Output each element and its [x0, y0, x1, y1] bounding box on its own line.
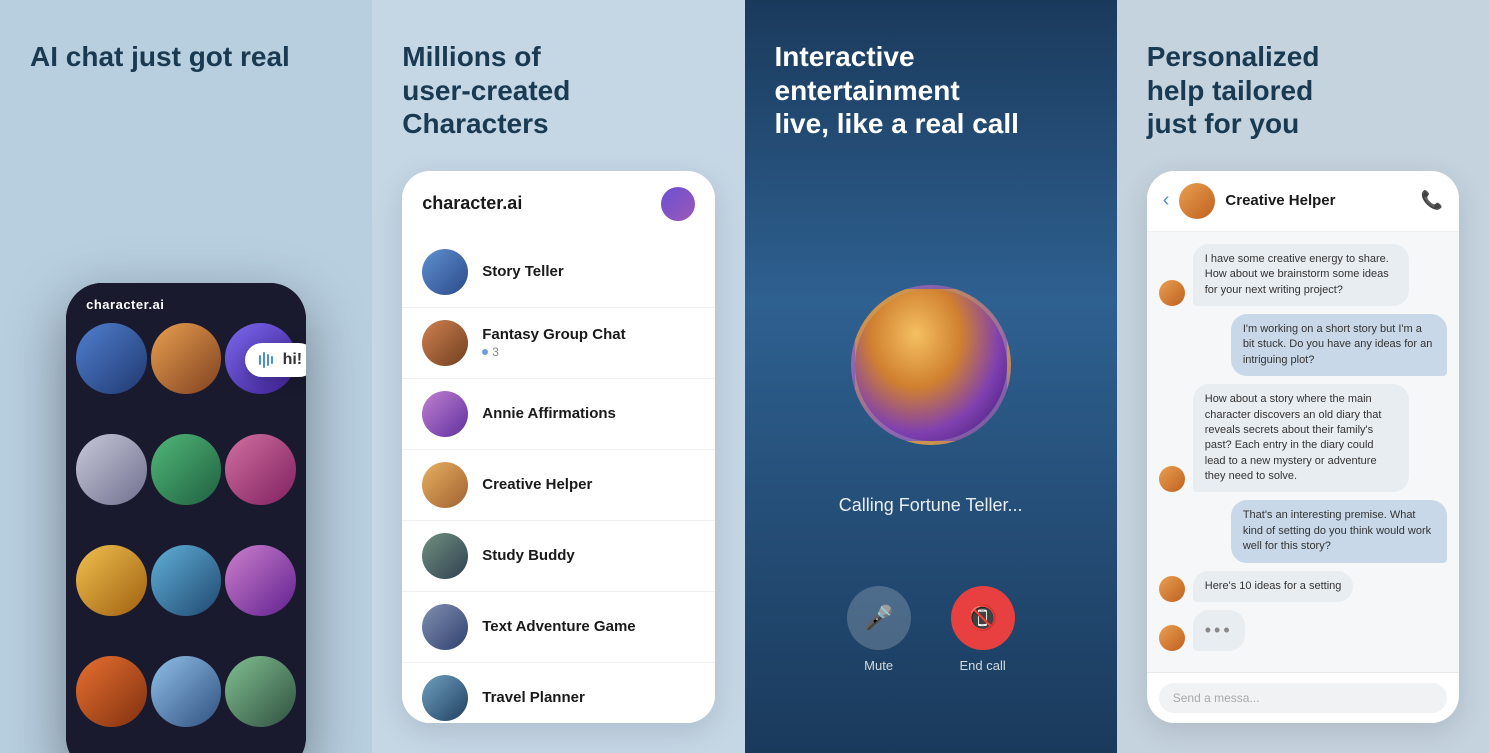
calling-status: Calling Fortune Teller...	[839, 495, 1023, 516]
user-avatar	[661, 187, 695, 221]
char-avatar-4	[422, 462, 468, 508]
panel3-heading: Interactiveentertainmentlive, like a rea…	[775, 40, 1087, 141]
char-sub-2: 3	[482, 345, 694, 359]
avatar-10	[76, 656, 147, 727]
back-button[interactable]: ‹	[1163, 189, 1170, 212]
phone-screen: character.ai hi!	[66, 283, 306, 753]
wave-icon	[259, 352, 273, 368]
online-dot	[482, 349, 488, 355]
char-name-6: Text Adventure Game	[482, 618, 694, 635]
char-info-4: Creative Helper	[482, 476, 694, 493]
character-list: Story Teller Fantasy Group Chat 3 Annie …	[402, 237, 714, 723]
list-item[interactable]: Text Adventure Game	[402, 592, 714, 663]
chat-messages: I have some creative energy to share. Ho…	[1147, 232, 1459, 672]
message-bubble: I'm working on a short story but I'm a b…	[1231, 314, 1447, 376]
message-row-4: That's an interesting premise. What kind…	[1159, 500, 1447, 562]
panel2-heading: Millions ofuser-createdCharacters	[402, 40, 714, 141]
message-bubble: I have some creative energy to share. Ho…	[1193, 244, 1409, 306]
fortune-teller-portrait	[855, 289, 1007, 441]
panel-characters: Millions ofuser-createdCharacters charac…	[372, 0, 744, 753]
message-bubble: That's an interesting premise. What kind…	[1231, 500, 1447, 562]
end-call-icon: 📵	[968, 604, 998, 633]
message-bubble: How about a story where the main charact…	[1193, 384, 1409, 492]
phone-mockup: character.ai hi!	[66, 283, 306, 753]
typing-dots: •••	[1205, 620, 1233, 640]
char-info-5: Study Buddy	[482, 547, 694, 564]
end-call-btn-circle[interactable]: 📵	[951, 586, 1015, 650]
avatar-4	[76, 434, 147, 505]
chat-input-bar: Send a messa...	[1147, 672, 1459, 723]
message-row-2: I'm working on a short story but I'm a b…	[1159, 314, 1447, 376]
phone-icon[interactable]: 📞	[1421, 190, 1443, 211]
char-name-4: Creative Helper	[482, 476, 694, 493]
char-name-3: Annie Affirmations	[482, 405, 694, 422]
list-item[interactable]: Story Teller	[402, 237, 714, 308]
list-item[interactable]: Travel Planner	[402, 663, 714, 723]
end-call-button[interactable]: 📵 End call	[951, 586, 1015, 673]
mute-label: Mute	[864, 658, 893, 673]
message-row-6: •••	[1159, 610, 1447, 651]
brand-logo: character.ai	[86, 297, 164, 312]
message-bubble: Here's 10 ideas for a setting	[1193, 571, 1354, 602]
char-avatar-3	[422, 391, 468, 437]
chat-mockup: ‹ Creative Helper 📞 I have some creative…	[1147, 171, 1459, 723]
char-avatar-1	[422, 249, 468, 295]
end-call-label: End call	[960, 658, 1006, 673]
chat-header: ‹ Creative Helper 📞	[1147, 171, 1459, 232]
hi-text: hi!	[283, 351, 303, 369]
chat-contact-name: Creative Helper	[1225, 192, 1410, 209]
list-item[interactable]: Fantasy Group Chat 3	[402, 308, 714, 379]
avatar-11	[151, 656, 222, 727]
char-name-2: Fantasy Group Chat	[482, 326, 694, 343]
chat-contact-avatar	[1179, 183, 1215, 219]
avatar-8	[151, 545, 222, 616]
avatar-5	[151, 434, 222, 505]
ai-avatar-sm	[1159, 625, 1185, 651]
avatar-12	[225, 656, 296, 727]
ai-avatar-sm	[1159, 466, 1185, 492]
mute-button[interactable]: 🎤 Mute	[847, 586, 911, 673]
panel-ai-chat: AI chat just got real character.ai hi!	[0, 0, 372, 753]
ai-avatar-sm	[1159, 280, 1185, 306]
char-avatar-5	[422, 533, 468, 579]
char-avatar-2	[422, 320, 468, 366]
avatar-1	[76, 323, 147, 394]
call-controls: 🎤 Mute 📵 End call	[847, 586, 1015, 673]
list-item[interactable]: Annie Affirmations	[402, 379, 714, 450]
char-name-7: Travel Planner	[482, 689, 694, 706]
app-header: character.ai	[402, 171, 714, 237]
typing-indicator: •••	[1193, 610, 1245, 651]
mute-btn-circle[interactable]: 🎤	[847, 586, 911, 650]
chat-input-field[interactable]: Send a messa...	[1159, 683, 1447, 713]
char-info-6: Text Adventure Game	[482, 618, 694, 635]
app-logo: character.ai	[422, 193, 522, 214]
char-avatar-7	[422, 675, 468, 721]
panel1-heading: AI chat just got real	[30, 40, 342, 74]
char-info-3: Annie Affirmations	[482, 405, 694, 422]
char-info-2: Fantasy Group Chat 3	[482, 326, 694, 359]
char-avatar-6	[422, 604, 468, 650]
panel4-heading: Personalizedhelp tailoredjust for you	[1147, 40, 1459, 141]
ai-avatar-sm	[1159, 576, 1185, 602]
hi-bubble: hi!	[245, 343, 307, 377]
panel-chat: Personalizedhelp tailoredjust for you ‹ …	[1117, 0, 1489, 753]
avatar-9	[225, 545, 296, 616]
avatar-7	[76, 545, 147, 616]
caller-avatar	[851, 285, 1011, 445]
char-name-1: Story Teller	[482, 263, 694, 280]
list-item[interactable]: Creative Helper	[402, 450, 714, 521]
char-info-1: Story Teller	[482, 263, 694, 280]
list-item[interactable]: Study Buddy	[402, 521, 714, 592]
character-list-mockup: character.ai Story Teller Fantasy Group …	[402, 171, 714, 723]
panel-call: Interactiveentertainmentlive, like a rea…	[745, 0, 1117, 753]
avatar-2	[151, 323, 222, 394]
mic-icon: 🎤	[864, 604, 894, 633]
char-info-7: Travel Planner	[482, 689, 694, 706]
message-row-3: How about a story where the main charact…	[1159, 384, 1447, 492]
call-screen: Calling Fortune Teller... 🎤 Mute 📵 End c…	[775, 161, 1087, 723]
avatar-6	[225, 434, 296, 505]
message-row-1: I have some creative energy to share. Ho…	[1159, 244, 1447, 306]
message-row-5: Here's 10 ideas for a setting	[1159, 571, 1447, 602]
char-name-5: Study Buddy	[482, 547, 694, 564]
